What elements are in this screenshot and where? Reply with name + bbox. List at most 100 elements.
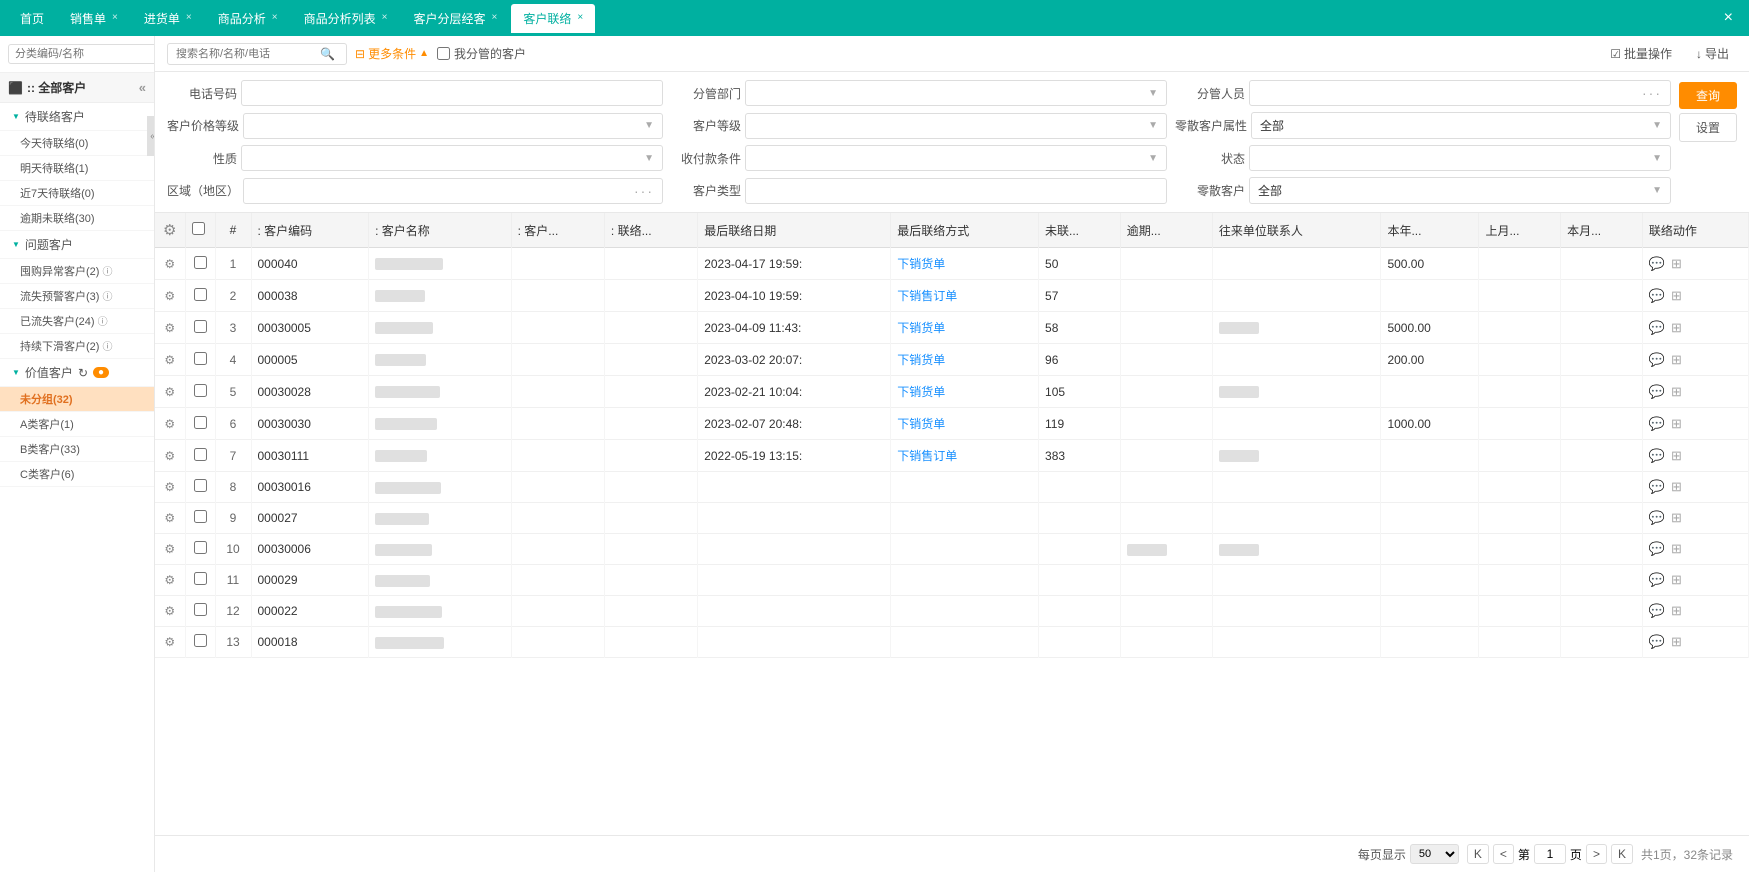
nav-sales[interactable]: 销售单 × (58, 4, 130, 33)
grid-action-icon[interactable]: ⊞ (1671, 448, 1682, 464)
all-customers-header[interactable]: ⬛ :: 全部客户 « (0, 73, 154, 103)
sidebar-item-ungroup[interactable]: 未分组(32) (0, 387, 154, 412)
grid-action-icon[interactable]: ⊞ (1671, 416, 1682, 432)
close-purchase-tab[interactable]: × (186, 13, 192, 23)
row-settings[interactable]: ⚙ (155, 627, 185, 658)
search-icon[interactable]: 🔍 (320, 47, 335, 61)
row-settings[interactable]: ⚙ (155, 248, 185, 280)
page-number-input[interactable] (1534, 844, 1566, 864)
row-checkbox[interactable] (185, 408, 215, 440)
sidebar-item-7days-pending[interactable]: 近7天待联络(0) (0, 181, 154, 206)
phone-input[interactable] (241, 80, 663, 106)
sidebar-group-problem[interactable]: ▼ 问题客户 (0, 231, 154, 259)
next-page-btn[interactable]: > (1586, 844, 1607, 864)
sidebar-item-today-pending[interactable]: 今天待联络(0) (0, 131, 154, 156)
prev-page-btn[interactable]: < (1493, 844, 1514, 864)
first-page-btn[interactable]: K (1467, 844, 1489, 864)
row-checkbox[interactable] (185, 503, 215, 534)
sidebar-group-value[interactable]: ▼ 价值客户 ↻ ● (0, 359, 154, 387)
price-level-dropdown[interactable]: ▼ (243, 113, 663, 139)
sidebar-item-churn-warning[interactable]: 流失预警客户(3) ⓘ (0, 284, 154, 309)
nature-dropdown[interactable]: ▼ (241, 145, 663, 171)
close-contact-tab[interactable]: × (577, 13, 583, 23)
chat-action-icon[interactable]: 💬 (1649, 634, 1665, 650)
chat-action-icon[interactable]: 💬 (1649, 352, 1665, 368)
row-checkbox[interactable] (185, 248, 215, 280)
refresh-icon[interactable]: ↻ (78, 366, 88, 380)
row-settings[interactable]: ⚙ (155, 408, 185, 440)
chat-action-icon[interactable]: 💬 (1649, 448, 1665, 464)
grid-action-icon[interactable]: ⊞ (1671, 256, 1682, 272)
retail-dropdown[interactable]: 全部▼ (1249, 177, 1671, 204)
chat-action-icon[interactable]: 💬 (1649, 288, 1665, 304)
grid-action-icon[interactable]: ⊞ (1671, 288, 1682, 304)
nav-customer-contact[interactable]: 客户联络 × (511, 4, 595, 33)
row-settings[interactable]: ⚙ (155, 312, 185, 344)
sidebar-collapse-button[interactable]: « (147, 116, 155, 156)
chat-action-icon[interactable]: 💬 (1649, 479, 1665, 495)
close-analysis-tab[interactable]: × (272, 13, 278, 23)
my-customers-checkbox[interactable] (437, 47, 450, 60)
region-dropdown[interactable]: ··· (243, 178, 663, 204)
grid-action-icon[interactable]: ⊞ (1671, 634, 1682, 650)
row-checkbox[interactable] (185, 376, 215, 408)
last-page-btn[interactable]: K (1611, 844, 1633, 864)
row-checkbox[interactable] (185, 472, 215, 503)
sidebar-search-input[interactable] (8, 44, 155, 64)
nav-customer-tier[interactable]: 客户分层经客 × (401, 4, 509, 33)
nav-home[interactable]: 首页 (8, 4, 56, 33)
row-checkbox[interactable] (185, 534, 215, 565)
more-filters-button[interactable]: ⊟ 更多条件 ▲ (355, 45, 429, 62)
my-customers-checkbox-label[interactable]: 我分管的客户 (437, 45, 526, 62)
row-checkbox[interactable] (185, 280, 215, 312)
chat-action-icon[interactable]: 💬 (1649, 384, 1665, 400)
close-sales-tab[interactable]: × (112, 13, 118, 23)
row-checkbox[interactable] (185, 627, 215, 658)
nav-purchase[interactable]: 进货单 × (132, 4, 204, 33)
export-button[interactable]: ↓ 导出 (1688, 42, 1737, 65)
window-close-button[interactable]: × (1716, 9, 1741, 27)
chat-action-icon[interactable]: 💬 (1649, 603, 1665, 619)
nav-product-analysis[interactable]: 商品分析 × (206, 4, 290, 33)
per-page-dropdown[interactable]: 20 50 100 (1410, 844, 1459, 864)
row-settings[interactable]: ⚙ (155, 472, 185, 503)
cust-level-dropdown[interactable]: ▼ (745, 113, 1167, 139)
grid-action-icon[interactable]: ⊞ (1671, 352, 1682, 368)
status-dropdown[interactable]: ▼ (1249, 145, 1671, 171)
row-checkbox[interactable] (185, 596, 215, 627)
row-settings[interactable]: ⚙ (155, 280, 185, 312)
close-tier-tab[interactable]: × (491, 13, 497, 23)
sidebar-item-class-c[interactable]: C类客户(6) (0, 462, 154, 487)
grid-action-icon[interactable]: ⊞ (1671, 572, 1682, 588)
sidebar-item-overdue-pending[interactable]: 逾期未联络(30) (0, 206, 154, 231)
sidebar-group-pending[interactable]: ▼ 待联络客户 (0, 103, 154, 131)
row-settings[interactable]: ⚙ (155, 596, 185, 627)
cust-type-input[interactable] (745, 178, 1167, 204)
chat-action-icon[interactable]: 💬 (1649, 256, 1665, 272)
sidebar-expand-btn[interactable]: « (139, 80, 146, 95)
row-checkbox[interactable] (185, 565, 215, 596)
row-checkbox[interactable] (185, 344, 215, 376)
row-settings[interactable]: ⚙ (155, 440, 185, 472)
grid-action-icon[interactable]: ⊞ (1671, 541, 1682, 557)
person-dropdown[interactable]: ··· (1249, 80, 1671, 106)
chat-action-icon[interactable]: 💬 (1649, 572, 1665, 588)
sidebar-item-class-a[interactable]: A类客户(1) (0, 412, 154, 437)
chat-action-icon[interactable]: 💬 (1649, 416, 1665, 432)
nav-product-list[interactable]: 商品分析列表 × (292, 4, 400, 33)
row-checkbox[interactable] (185, 312, 215, 344)
query-button[interactable]: 查询 (1679, 82, 1737, 109)
retail-attr-dropdown[interactable]: 全部▼ (1251, 112, 1671, 139)
sidebar-item-class-b[interactable]: B类客户(33) (0, 437, 154, 462)
sidebar-item-churned[interactable]: 已流失客户(24) ⓘ (0, 309, 154, 334)
batch-operation-button[interactable]: ☑ 批量操作 (1602, 42, 1680, 65)
reset-button[interactable]: 设置 (1679, 113, 1737, 142)
gear-icon[interactable]: ⚙ (161, 221, 179, 239)
chat-action-icon[interactable]: 💬 (1649, 510, 1665, 526)
select-all-checkbox[interactable] (192, 222, 205, 235)
chat-action-icon[interactable]: 💬 (1649, 541, 1665, 557)
grid-action-icon[interactable]: ⊞ (1671, 384, 1682, 400)
chat-action-icon[interactable]: 💬 (1649, 320, 1665, 336)
grid-action-icon[interactable]: ⊞ (1671, 603, 1682, 619)
row-checkbox[interactable] (185, 440, 215, 472)
